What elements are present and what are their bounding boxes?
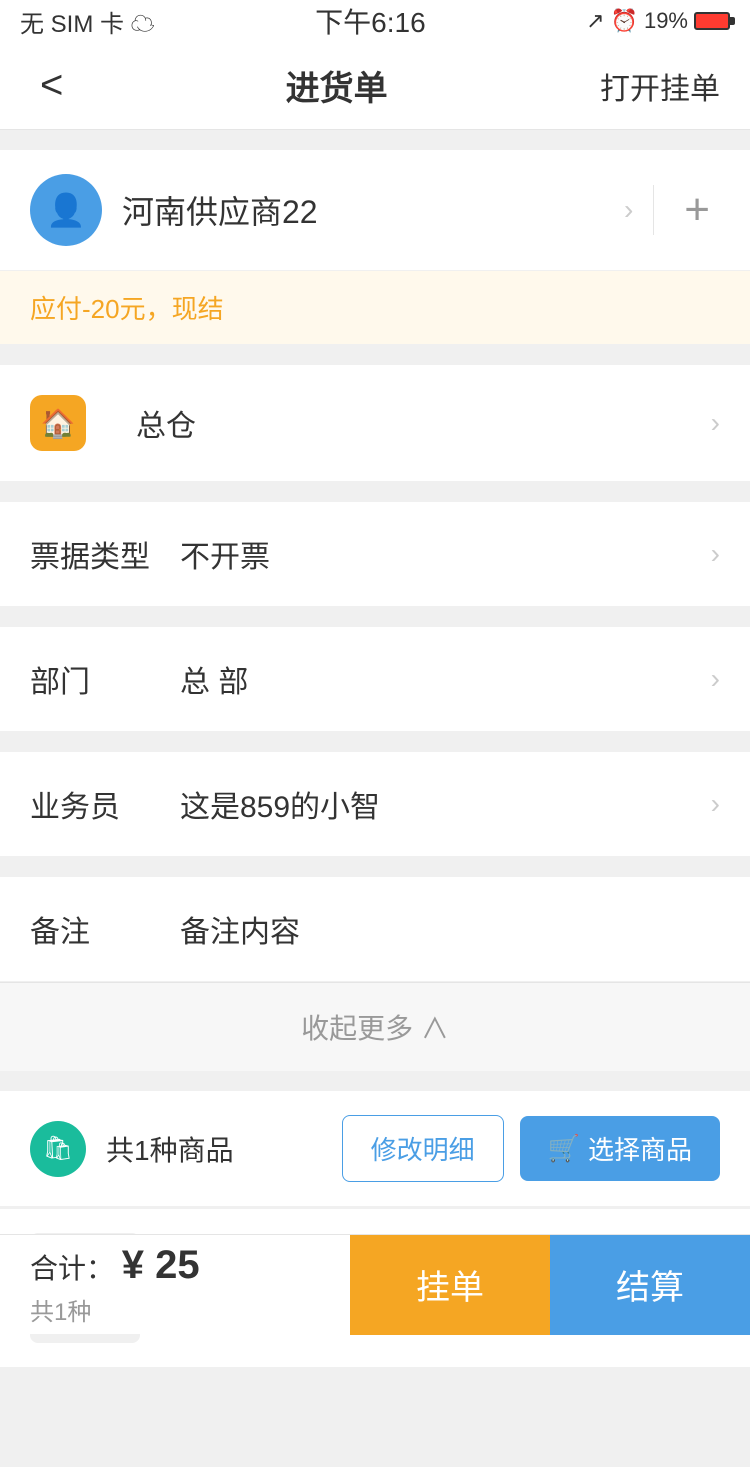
warehouse-icon-bg: 🏠 <box>30 395 86 451</box>
supplier-name: 河南供应商22 <box>122 187 624 233</box>
hang-order-button[interactable]: 挂单 <box>350 1235 550 1335</box>
salesman-value: 这是859的小智 <box>180 782 711 826</box>
total-amount: ¥ 25 <box>122 1243 200 1287</box>
warehouse-name: 总仓 <box>136 401 711 445</box>
department-value: 总 部 <box>180 657 711 701</box>
product-header: 🛍 共1种商品 修改明细 🛒 选择商品 <box>0 1091 750 1207</box>
product-count-icon: 🛍 <box>30 1121 86 1177</box>
page-title: 进货单 <box>286 61 388 110</box>
section-gap-3 <box>0 482 750 502</box>
ticket-type-value: 不开票 <box>180 532 711 576</box>
battery-percent: 19% <box>644 8 688 34</box>
salesman-row[interactable]: 业务员 这是859的小智 › <box>0 752 750 857</box>
salesman-label: 业务员 <box>30 782 160 826</box>
footer-spacer <box>0 1367 750 1467</box>
divider <box>653 185 654 235</box>
total-label: 合计： <box>30 1253 114 1284</box>
section-gap-7 <box>0 1071 750 1091</box>
status-time: 下午6:16 <box>315 1 426 41</box>
open-hang-button[interactable]: 打开挂单 <box>600 64 720 108</box>
battery-icon <box>694 12 730 30</box>
section-gap-6 <box>0 857 750 877</box>
edit-detail-button[interactable]: 修改明细 <box>342 1115 504 1182</box>
checkout-button[interactable]: 结算 <box>550 1235 750 1335</box>
supplier-section: 👤 河南供应商22 › + 应付-20元，现结 <box>0 150 750 345</box>
section-gap-1 <box>0 130 750 150</box>
remark-label: 备注 <box>30 907 160 951</box>
section-gap-5 <box>0 732 750 752</box>
back-button[interactable]: < <box>30 53 73 118</box>
salesman-section: 业务员 这是859的小智 › <box>0 752 750 857</box>
add-supplier-button[interactable]: + <box>674 185 720 235</box>
warehouse-chevron-icon: › <box>711 407 720 439</box>
ticket-type-label: 票据类型 <box>30 532 160 576</box>
warehouse-section: 🏠 总仓 › <box>0 365 750 482</box>
alarm-icon: ⏰ <box>611 8 638 34</box>
supplier-chevron-icon: › <box>624 194 633 226</box>
supplier-row[interactable]: 👤 河南供应商22 › + <box>0 150 750 271</box>
bag-icon: 🛍 <box>43 1134 73 1163</box>
footer-count: 共1种 <box>30 1292 320 1327</box>
status-left: 无 SIM 卡 ☁ <box>20 4 155 39</box>
department-label: 部门 <box>30 657 160 701</box>
department-row[interactable]: 部门 总 部 › <box>0 627 750 732</box>
select-product-label: 选择商品 <box>588 1130 692 1167</box>
cart-icon: 🛒 <box>548 1133 580 1164</box>
remark-row[interactable]: 备注 备注内容 <box>0 877 750 982</box>
select-product-button[interactable]: 🛒 选择商品 <box>520 1116 720 1181</box>
footer-total: 合计： ¥ 25 共1种 <box>0 1243 350 1327</box>
nav-bar: < 进货单 打开挂单 <box>0 42 750 130</box>
warehouse-row[interactable]: 🏠 总仓 › <box>0 365 750 482</box>
ticket-section: 票据类型 不开票 › <box>0 502 750 607</box>
salesman-chevron-icon: › <box>711 788 720 820</box>
collapse-more-button[interactable]: 收起更多 ∧ <box>0 982 750 1071</box>
location-icon: ↗ <box>586 8 604 34</box>
department-section: 部门 总 部 › <box>0 627 750 732</box>
product-count-text: 共1种商品 <box>106 1129 342 1169</box>
sim-status: 无 SIM 卡 ☁ <box>20 4 155 39</box>
ticket-type-row[interactable]: 票据类型 不开票 › <box>0 502 750 607</box>
remark-section: 备注 备注内容 <box>0 877 750 982</box>
status-bar: 无 SIM 卡 ☁ 下午6:16 ↗ ⏰ 19% <box>0 0 750 42</box>
notice-bar: 应付-20元，现结 <box>0 271 750 345</box>
warehouse-icon: 🏠 <box>41 407 76 440</box>
footer-total-line: 合计： ¥ 25 <box>30 1243 320 1288</box>
footer-bar: 合计： ¥ 25 共1种 挂单 结算 <box>0 1234 750 1334</box>
status-right: ↗ ⏰ 19% <box>586 8 730 34</box>
supplier-avatar: 👤 <box>30 174 102 246</box>
remark-placeholder: 备注内容 <box>180 907 720 951</box>
section-gap-2 <box>0 345 750 365</box>
section-gap-4 <box>0 607 750 627</box>
ticket-chevron-icon: › <box>711 538 720 570</box>
department-chevron-icon: › <box>711 663 720 695</box>
avatar-icon: 👤 <box>46 191 86 229</box>
